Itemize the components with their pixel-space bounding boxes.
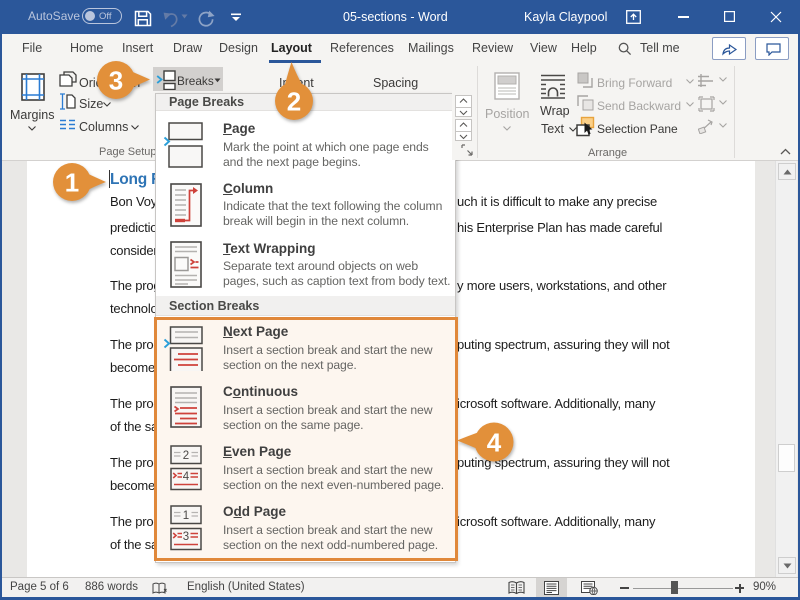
- svg-text:3: 3: [109, 66, 123, 96]
- svg-text:2: 2: [287, 87, 301, 117]
- svg-text:1: 1: [183, 510, 189, 522]
- svg-text:4: 4: [183, 471, 190, 483]
- svg-text:3: 3: [183, 531, 189, 543]
- svg-text:1: 1: [65, 168, 79, 198]
- svg-text:2: 2: [183, 450, 189, 462]
- svg-text:4: 4: [487, 428, 502, 458]
